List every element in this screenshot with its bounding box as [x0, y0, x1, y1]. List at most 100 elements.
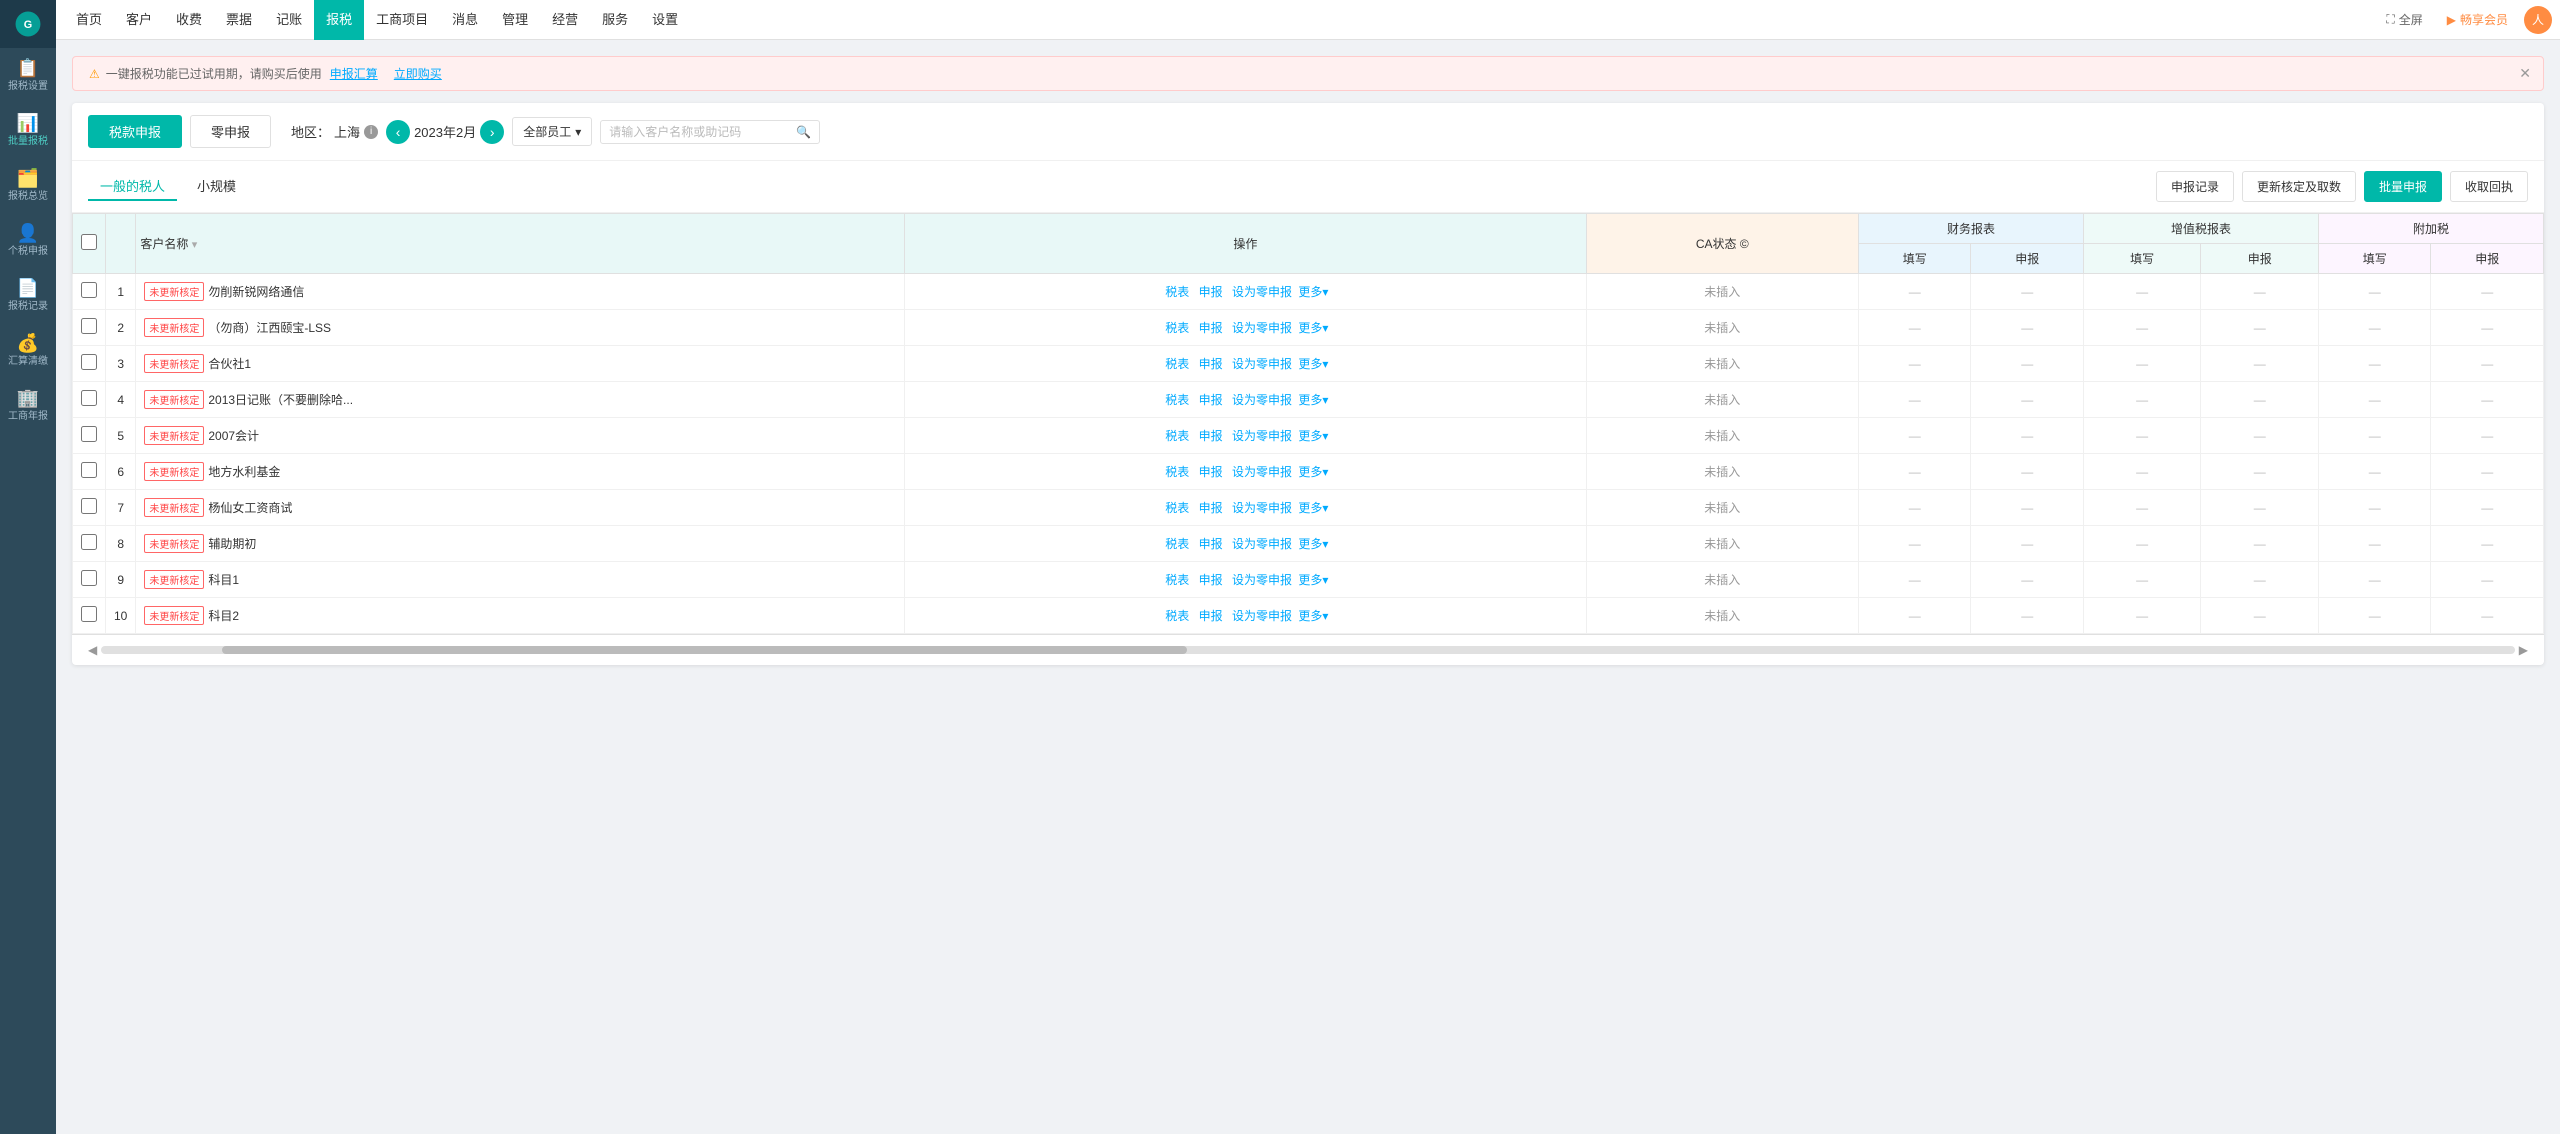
nav-service[interactable]: 服务: [590, 0, 640, 40]
op-zero-declare-9[interactable]: 设为零申报: [1232, 609, 1292, 623]
row-checkbox-5[interactable]: [81, 462, 97, 478]
op-more-1[interactable]: 更多▾: [1298, 321, 1328, 335]
nav-management[interactable]: 管理: [490, 0, 540, 40]
nav-business[interactable]: 工商项目: [364, 0, 440, 40]
op-more-2[interactable]: 更多▾: [1298, 357, 1328, 371]
search-input[interactable]: [609, 125, 792, 139]
op-more-4[interactable]: 更多▾: [1298, 429, 1328, 443]
op-more-6[interactable]: 更多▾: [1298, 501, 1328, 515]
op-more-5[interactable]: 更多▾: [1298, 465, 1328, 479]
sidebar-item-tax-overview[interactable]: 🗂️ 报税总览: [0, 160, 56, 211]
op-zero-declare-2[interactable]: 设为零申报: [1232, 357, 1292, 371]
nav-billing[interactable]: 收费: [164, 0, 214, 40]
op-tax-table-8[interactable]: 税表: [1165, 573, 1189, 587]
op-tax-table-1[interactable]: 税表: [1165, 321, 1189, 335]
date-next-button[interactable]: ›: [480, 120, 504, 144]
op-tax-table-9[interactable]: 税表: [1165, 609, 1189, 623]
notice-link-declare[interactable]: 申报汇算: [330, 65, 378, 82]
sidebar-item-settlement[interactable]: 💰 汇算清缴: [0, 325, 56, 376]
row-checkbox-6[interactable]: [81, 498, 97, 514]
op-declare-5[interactable]: 申报: [1199, 465, 1223, 479]
nav-accounting[interactable]: 记账: [264, 0, 314, 40]
row-t1-9: —: [2083, 598, 2201, 634]
region-info-icon[interactable]: i: [364, 125, 378, 139]
op-declare-2[interactable]: 申报: [1199, 357, 1223, 371]
sidebar-item-personal-tax[interactable]: 👤 个税申报: [0, 215, 56, 266]
op-more-7[interactable]: 更多▾: [1298, 537, 1328, 551]
sidebar-item-business-report[interactable]: 🏢 工商年报: [0, 380, 56, 431]
tab-tax-declare[interactable]: 税款申报: [88, 115, 182, 148]
sidebar-item-batch-tax[interactable]: 📊 批量报税: [0, 105, 56, 156]
op-zero-declare-0[interactable]: 设为零申报: [1232, 285, 1292, 299]
op-zero-declare-4[interactable]: 设为零申报: [1232, 429, 1292, 443]
row-checkbox-7[interactable]: [81, 534, 97, 550]
sidebar-item-tax-records[interactable]: 📄 报税记录: [0, 270, 56, 321]
row-checkbox-2[interactable]: [81, 354, 97, 370]
tab-zero-declare[interactable]: 零申报: [190, 115, 271, 148]
user-avatar[interactable]: 人: [2524, 6, 2552, 34]
scroll-left-arrow[interactable]: ◀: [88, 643, 97, 657]
row-checkbox-9[interactable]: [81, 606, 97, 622]
search-icon[interactable]: 🔍: [796, 125, 811, 139]
dept-select[interactable]: 全部员工 ▾: [512, 117, 592, 146]
declare-record-button[interactable]: 申报记录: [2156, 171, 2234, 202]
nav-tax[interactable]: 报税: [314, 0, 364, 40]
notice-close-button[interactable]: ✕: [2519, 65, 2531, 82]
row-v2-2: —: [2431, 346, 2544, 382]
row-checkbox-3[interactable]: [81, 390, 97, 406]
nav-home[interactable]: 首页: [64, 0, 114, 40]
op-declare-3[interactable]: 申报: [1199, 393, 1223, 407]
tab-small-taxpayer[interactable]: 小规模: [185, 172, 248, 201]
op-more-3[interactable]: 更多▾: [1298, 393, 1328, 407]
scroll-right-arrow[interactable]: ▶: [2519, 643, 2528, 657]
op-tax-table-7[interactable]: 税表: [1165, 537, 1189, 551]
sidebar-item-tax-settings[interactable]: 📋 报税设置: [0, 50, 56, 101]
row-v1-1: —: [2319, 310, 2431, 346]
op-zero-declare-5[interactable]: 设为零申报: [1232, 465, 1292, 479]
row-v1-0: —: [2319, 274, 2431, 310]
tab-general-taxpayer[interactable]: 一般的税人: [88, 172, 177, 201]
op-declare-1[interactable]: 申报: [1199, 321, 1223, 335]
horizontal-scrollbar[interactable]: [101, 646, 2515, 654]
nav-settings[interactable]: 设置: [640, 0, 690, 40]
row-v2-6: —: [2431, 490, 2544, 526]
row-f2-6: —: [1971, 490, 2083, 526]
op-zero-declare-1[interactable]: 设为零申报: [1232, 321, 1292, 335]
op-declare-0[interactable]: 申报: [1199, 285, 1223, 299]
select-all-checkbox[interactable]: [81, 234, 97, 250]
batch-declare-button[interactable]: 批量申报: [2364, 171, 2442, 202]
op-declare-8[interactable]: 申报: [1199, 573, 1223, 587]
op-declare-9[interactable]: 申报: [1199, 609, 1223, 623]
op-zero-declare-7[interactable]: 设为零申报: [1232, 537, 1292, 551]
op-tax-table-4[interactable]: 税表: [1165, 429, 1189, 443]
op-declare-7[interactable]: 申报: [1199, 537, 1223, 551]
op-tax-table-5[interactable]: 税表: [1165, 465, 1189, 479]
upgrade-button[interactable]: ▶ 畅享会员: [2439, 7, 2516, 32]
update-confirm-button[interactable]: 更新核定及取数: [2242, 171, 2356, 202]
nav-invoice[interactable]: 票据: [214, 0, 264, 40]
row-checkbox-8[interactable]: [81, 570, 97, 586]
nav-operation[interactable]: 经营: [540, 0, 590, 40]
op-more-0[interactable]: 更多▾: [1298, 285, 1328, 299]
op-zero-declare-8[interactable]: 设为零申报: [1232, 573, 1292, 587]
op-zero-declare-6[interactable]: 设为零申报: [1232, 501, 1292, 515]
dept-label: 全部员工: [523, 123, 571, 140]
date-prev-button[interactable]: ‹: [386, 120, 410, 144]
row-checkbox-4[interactable]: [81, 426, 97, 442]
op-more-9[interactable]: 更多▾: [1298, 609, 1328, 623]
op-tax-table-2[interactable]: 税表: [1165, 357, 1189, 371]
op-declare-6[interactable]: 申报: [1199, 501, 1223, 515]
notice-link-buy[interactable]: 立即购买: [394, 65, 442, 82]
row-checkbox-0[interactable]: [81, 282, 97, 298]
fullscreen-button[interactable]: ⛶ 全屏: [2378, 7, 2430, 32]
nav-customer[interactable]: 客户: [114, 0, 164, 40]
nav-message[interactable]: 消息: [440, 0, 490, 40]
op-tax-table-6[interactable]: 税表: [1165, 501, 1189, 515]
retrieve-cancel-button[interactable]: 收取回执: [2450, 171, 2528, 202]
row-checkbox-1[interactable]: [81, 318, 97, 334]
op-tax-table-0[interactable]: 税表: [1165, 285, 1189, 299]
op-zero-declare-3[interactable]: 设为零申报: [1232, 393, 1292, 407]
op-tax-table-3[interactable]: 税表: [1165, 393, 1189, 407]
op-declare-4[interactable]: 申报: [1199, 429, 1223, 443]
op-more-8[interactable]: 更多▾: [1298, 573, 1328, 587]
